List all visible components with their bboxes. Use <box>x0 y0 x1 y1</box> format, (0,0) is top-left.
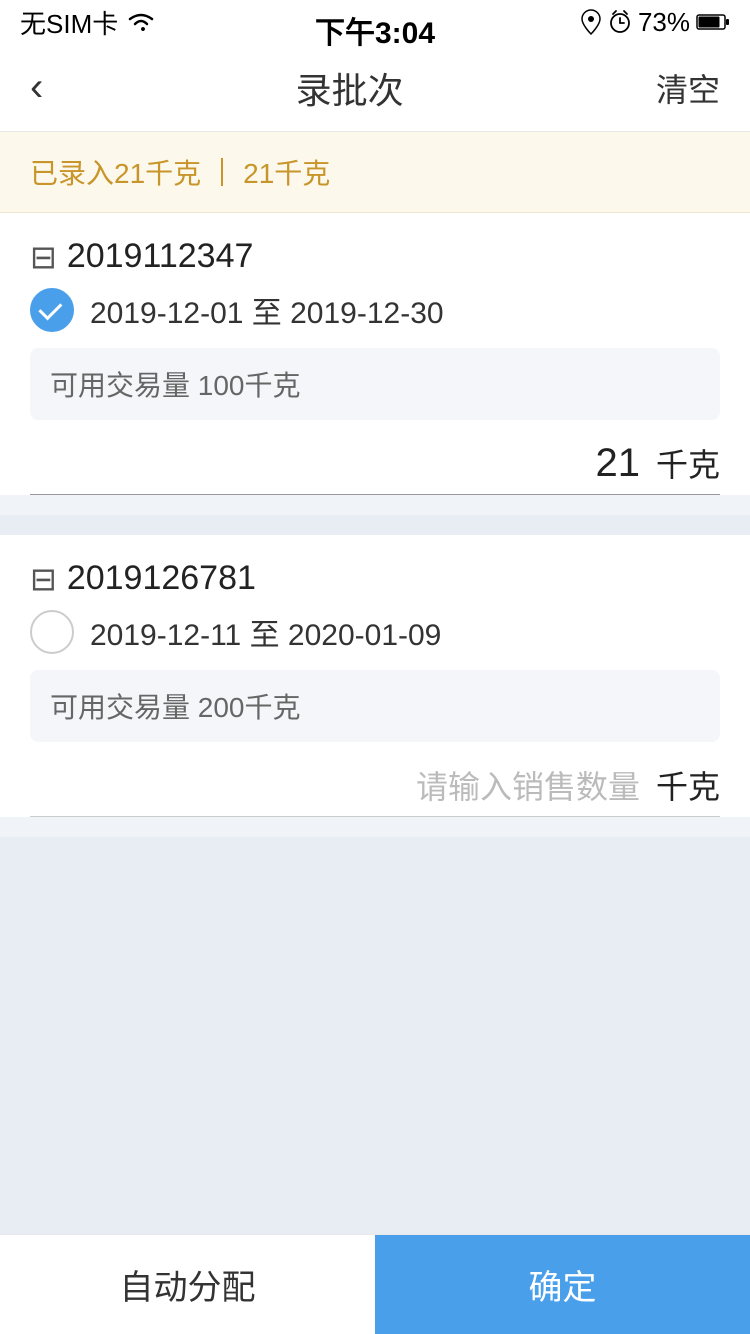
batch-1-container: ⊟ 2019112347 2019-12-01 至 2019-12-30 可用交… <box>0 213 750 495</box>
gray-area <box>0 837 750 1237</box>
batch-2-icon: ⊟ <box>30 560 57 598</box>
batch-1-quantity-row: 21 千克 <box>0 420 750 486</box>
batch-1-icon: ⊟ <box>30 238 57 276</box>
batch-1-item: ⊟ 2019112347 2019-12-01 至 2019-12-30 可用交… <box>0 213 750 420</box>
clear-button[interactable]: 清空 <box>656 65 720 111</box>
location-icon <box>580 9 602 35</box>
recorded-amount: 21千克 <box>243 152 330 192</box>
confirm-button[interactable]: 确定 <box>375 1235 750 1334</box>
page-title: 录批次 <box>296 62 404 114</box>
wifi-icon <box>126 11 156 33</box>
batch-1-id: 2019112347 <box>67 237 254 276</box>
recorded-label: 已录入21千克 <box>30 152 201 192</box>
batch-1-radio[interactable] <box>30 288 74 332</box>
batch-2-input-placeholder[interactable]: 请输入销售数量 <box>416 762 640 808</box>
nav-bar: ‹ 录批次 清空 <box>0 44 750 132</box>
status-right: 73% <box>580 7 730 38</box>
battery-icon <box>696 13 730 31</box>
info-banner: 已录入21千克 21千克 <box>0 132 750 213</box>
batch-1-id-row: ⊟ 2019112347 <box>30 237 720 276</box>
alarm-icon <box>608 9 632 35</box>
batch-2-underline <box>30 816 720 817</box>
batch-2-date-row: 2019-12-11 至 2020-01-09 <box>30 610 720 654</box>
batch-2-radio[interactable] <box>30 610 74 654</box>
status-bar: 无SIM卡 下午3:04 73% <box>0 0 750 44</box>
status-time: 下午3:04 <box>315 8 435 52</box>
batch-2-avail-row: 可用交易量 200千克 <box>30 670 720 742</box>
batch-2-input-row: 请输入销售数量 千克 <box>0 742 750 808</box>
batch-2-id: 2019126781 <box>67 559 256 598</box>
batch-1-underline <box>30 494 720 495</box>
batch-2-date: 2019-12-11 至 2020-01-09 <box>90 610 441 654</box>
battery-text: 73% <box>638 7 690 38</box>
batch-1-date-row: 2019-12-01 至 2019-12-30 <box>30 288 720 332</box>
batch-1-quantity-value[interactable]: 21 <box>595 441 640 486</box>
batch-1-date: 2019-12-01 至 2019-12-30 <box>90 288 444 332</box>
batch-2-id-row: ⊟ 2019126781 <box>30 559 720 598</box>
batch-divider <box>0 515 750 535</box>
batch-2-container: ⊟ 2019126781 2019-12-11 至 2020-01-09 可用交… <box>0 535 750 817</box>
batch-1-quantity-unit: 千克 <box>656 440 720 486</box>
bottom-bar: 自动分配 确定 <box>0 1234 750 1334</box>
batch-1-avail: 可用交易量 100千克 <box>50 370 301 401</box>
auto-distribute-button[interactable]: 自动分配 <box>0 1235 375 1334</box>
batch-1-avail-row: 可用交易量 100千克 <box>30 348 720 420</box>
status-left: 无SIM卡 <box>20 4 156 41</box>
sim-text: 无SIM卡 <box>20 4 118 41</box>
batch-2-avail: 可用交易量 200千克 <box>50 692 301 723</box>
batch-2-input-unit: 千克 <box>656 762 720 808</box>
info-divider <box>221 158 223 186</box>
batch-2-item: ⊟ 2019126781 2019-12-11 至 2020-01-09 可用交… <box>0 535 750 742</box>
back-button[interactable]: ‹ <box>30 65 43 110</box>
